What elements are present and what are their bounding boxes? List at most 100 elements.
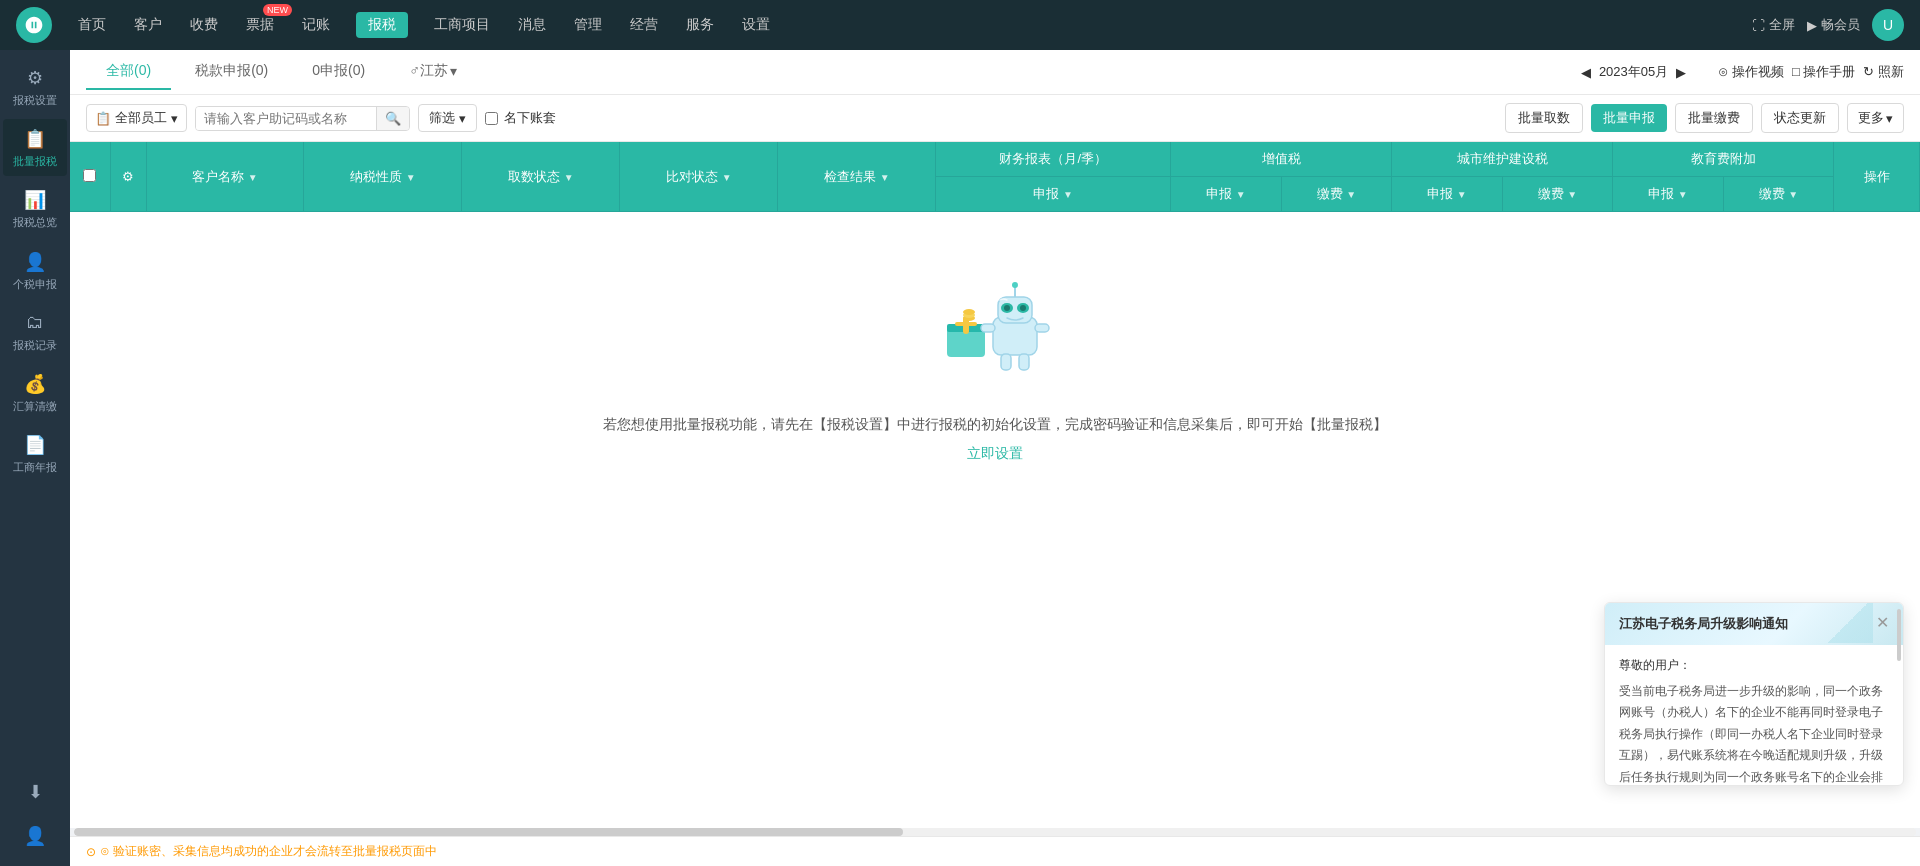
sidebar-item-label: 报税设置 [13, 94, 57, 107]
month-section: ◀ 2023年05月 ▶ [1565, 63, 1702, 81]
filter-icon[interactable]: ▼ [722, 172, 732, 183]
prev-month-button[interactable]: ◀ [1581, 65, 1591, 80]
notice-scrollbar[interactable] [1896, 603, 1901, 785]
tab-tax-declare[interactable]: 税款申报(0) [175, 54, 288, 90]
notice-title: 江苏电子税务局升级影响通知 [1619, 615, 1788, 633]
sidebar-item-personal-tax[interactable]: 👤 个税申报 [3, 242, 67, 299]
sidebar-item-tax-records[interactable]: 🗂 报税记录 [3, 303, 67, 360]
notice-popup: 江苏电子税务局升级影响通知 ✕ 尊敬的用户： 受当前电子税务局进一步升级的影响，… [1604, 602, 1904, 786]
svg-point-13 [1004, 305, 1010, 311]
filter-icon[interactable]: ▼ [1678, 189, 1688, 200]
education-fee-header: 教育费附加 [1613, 142, 1834, 177]
filter-icon[interactable]: ▼ [248, 172, 258, 183]
nav-billing[interactable]: 收费 [188, 12, 220, 38]
sidebar-item-batch-tax[interactable]: 📋 批量报税 [3, 119, 67, 176]
search-wrap: 🔍 [195, 106, 410, 131]
filter-button[interactable]: 筛选 ▾ [418, 104, 477, 132]
bottom-bar: ⊙ ⊙ 验证账密、采集信息均成功的企业才会流转至批量报税页面中 [70, 836, 1920, 866]
nav-business[interactable]: 工商项目 [432, 12, 492, 38]
sidebar-item-label: 批量报税 [13, 155, 57, 168]
chevron-down-icon: ▾ [459, 111, 466, 126]
filter-icon[interactable]: ▼ [1063, 189, 1073, 200]
member-button[interactable]: ▶ 畅会员 [1807, 16, 1860, 34]
sidebar-item-settlement[interactable]: 💰 汇算清缴 [3, 364, 67, 421]
filter-icon[interactable]: ▼ [406, 172, 416, 183]
search-input[interactable] [196, 107, 376, 130]
filter-bar: 📋 全部员工 ▾ 🔍 筛选 ▾ 名下账套 批量取数 批量申报 批量缴费 状态更新 [70, 95, 1920, 142]
warning-icon: ⊙ [86, 845, 96, 859]
next-month-button[interactable]: ▶ [1676, 65, 1686, 80]
svg-rect-15 [981, 324, 995, 332]
tab-zero-declare[interactable]: 0申报(0) [292, 54, 385, 90]
filter-icon[interactable]: ▼ [1788, 189, 1798, 200]
nav-accounting[interactable]: 记账 [300, 12, 332, 38]
filter-icon[interactable]: ▼ [880, 172, 890, 183]
operation-manual-button[interactable]: □ 操作手册 [1792, 63, 1855, 81]
personal-tax-icon: 👤 [23, 250, 47, 274]
tab-section: 全部(0) 税款申报(0) 0申报(0) ♂江苏 ▾ [70, 50, 1565, 94]
filter-icon[interactable]: ▼ [1346, 189, 1356, 200]
fullscreen-button[interactable]: ⛶ 全屏 [1752, 16, 1795, 34]
filter-icon[interactable]: ▼ [564, 172, 574, 183]
chevron-down-icon: ▾ [450, 63, 457, 79]
toolbar-actions: ⊙ 操作视频 □ 操作手册 ↻ 照新 [1702, 63, 1920, 81]
edu-declare-subheader: 申报 ▼ [1613, 177, 1724, 212]
avatar[interactable]: U [1872, 9, 1904, 41]
sub-account-checkbox[interactable]: 名下账套 [485, 109, 556, 127]
employee-select[interactable]: 📋 全部员工 ▾ [86, 104, 187, 132]
download-icon[interactable]: ⬇ [17, 774, 53, 810]
svg-point-10 [1012, 282, 1018, 288]
user-icon[interactable]: 👤 [17, 818, 53, 854]
nav-customer[interactable]: 客户 [132, 12, 164, 38]
nav-invoice[interactable]: 票据 NEW [244, 12, 276, 38]
top-nav-right: ⛶ 全屏 ▶ 畅会员 U [1752, 9, 1904, 41]
batch-pay-button[interactable]: 批量缴费 [1675, 103, 1753, 133]
left-sidebar: ⚙ 报税设置 📋 批量报税 📊 报税总览 👤 个税申报 🗂 报税记录 💰 汇算清… [0, 50, 70, 866]
vat-pay-subheader: 缴费 ▼ [1281, 177, 1392, 212]
sidebar-item-label: 工商年报 [13, 461, 57, 474]
gear-col-header: ⚙ [110, 142, 146, 212]
filter-icon[interactable]: ▼ [1236, 189, 1246, 200]
empty-state: 若您想使用批量报税功能，请先在【报税设置】中进行报税的初始化设置，完成密码验证和… [70, 212, 1920, 523]
table-header-row: ⚙ 客户名称 ▼ 纳税性质 ▼ 取数状态 ▼ [70, 142, 1920, 177]
setup-link[interactable]: 立即设置 [967, 445, 1023, 463]
batch-fetch-button[interactable]: 批量取数 [1505, 103, 1583, 133]
chevron-down-icon: ▾ [1886, 111, 1893, 126]
sub-account-checkbox-input[interactable] [485, 112, 498, 125]
search-button[interactable]: 🔍 [376, 107, 409, 130]
select-all-checkbox[interactable] [83, 169, 96, 182]
nav-home[interactable]: 首页 [76, 12, 108, 38]
nav-manage[interactable]: 管理 [572, 12, 604, 38]
nav-tax[interactable]: 报税 [356, 12, 408, 38]
sidebar-item-annual-report[interactable]: 📄 工商年报 [3, 425, 67, 482]
operation-video-button[interactable]: ⊙ 操作视频 [1718, 63, 1784, 81]
more-button[interactable]: 更多 ▾ [1847, 103, 1904, 133]
annual-report-icon: 📄 [23, 433, 47, 457]
nav-settings[interactable]: 设置 [740, 12, 772, 38]
tab-jiangsu[interactable]: ♂江苏 ▾ [389, 54, 477, 90]
filter-icon[interactable]: ▼ [1457, 189, 1467, 200]
sidebar-item-label: 报税记录 [13, 339, 57, 352]
tax-overview-icon: 📊 [23, 188, 47, 212]
batch-declare-button[interactable]: 批量申报 [1591, 104, 1667, 132]
refresh-button[interactable]: ↻ 照新 [1863, 63, 1904, 81]
sidebar-bottom: ⬇ 👤 [17, 774, 53, 866]
h-scrollbar-thumb [74, 828, 903, 836]
app-logo[interactable] [16, 7, 52, 43]
filter-icon[interactable]: ▼ [1567, 189, 1577, 200]
sidebar-item-tax-settings[interactable]: ⚙ 报税设置 [3, 58, 67, 115]
status-update-button[interactable]: 状态更新 [1761, 103, 1839, 133]
new-badge: NEW [263, 4, 292, 16]
settlement-icon: 💰 [23, 372, 47, 396]
nav-service[interactable]: 服务 [684, 12, 716, 38]
close-button[interactable]: ✕ [1876, 615, 1889, 631]
h-scrollbar[interactable] [74, 828, 1916, 836]
sidebar-item-tax-overview[interactable]: 📊 报税总览 [3, 180, 67, 237]
city-pay-subheader: 缴费 ▼ [1502, 177, 1613, 212]
notice-greet: 尊敬的用户： [1619, 655, 1889, 677]
nav-operations[interactable]: 经营 [628, 12, 660, 38]
tab-all[interactable]: 全部(0) [86, 54, 171, 90]
empty-state-row: 若您想使用批量报税功能，请先在【报税设置】中进行报税的初始化设置，完成密码验证和… [70, 212, 1920, 524]
nav-message[interactable]: 消息 [516, 12, 548, 38]
data-table: ⚙ 客户名称 ▼ 纳税性质 ▼ 取数状态 ▼ [70, 142, 1920, 523]
